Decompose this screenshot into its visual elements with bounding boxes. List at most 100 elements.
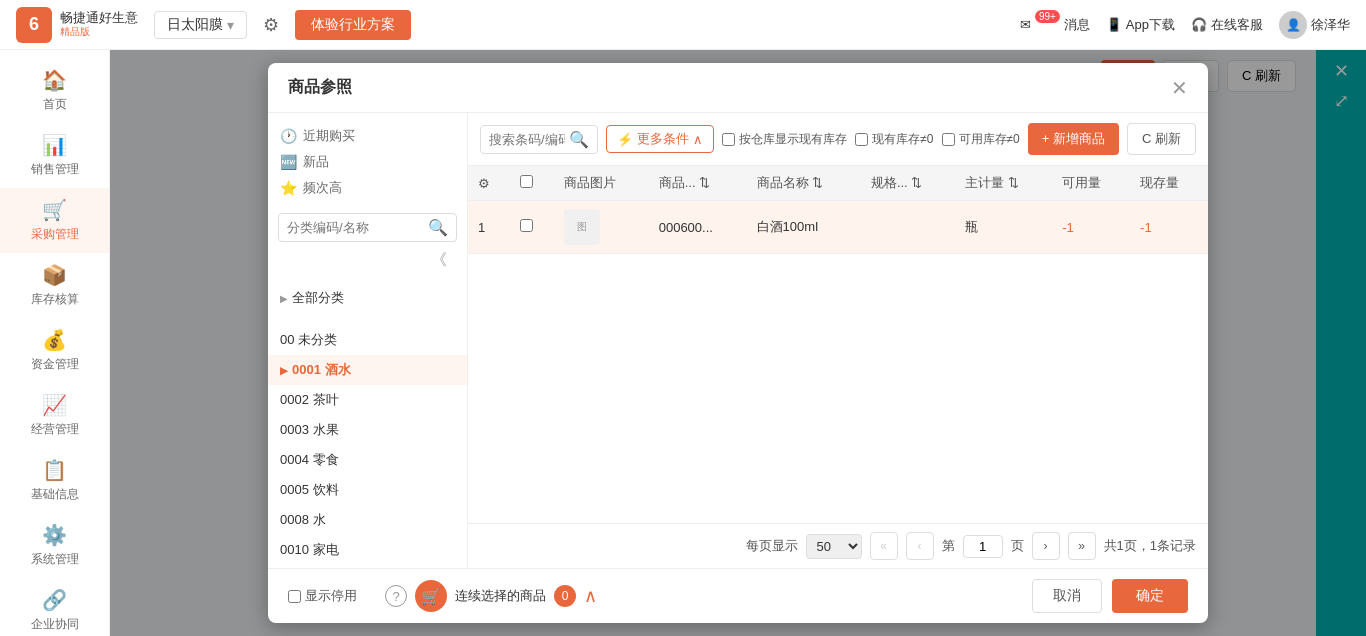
settings-icon[interactable]: ⚙ — [255, 9, 287, 41]
sidebar-label-inventory: 库存核算 — [31, 291, 79, 308]
checkbox-available[interactable]: 可用库存≠0 — [942, 131, 1020, 148]
category-search-input[interactable] — [287, 220, 424, 235]
quick-nav-recent[interactable]: 🕐 近期购买 — [268, 123, 467, 149]
store-arrow-icon: ▾ — [227, 17, 234, 33]
cat-item-1[interactable]: ▶ 0001 酒水 — [268, 355, 467, 385]
cat-item-5[interactable]: 0005 饮料 — [268, 475, 467, 505]
filter-arrow-icon: ∧ — [693, 132, 703, 147]
logo-text: 畅捷通好生意 — [60, 10, 138, 26]
sidebar-item-finance[interactable]: 💰 资金管理 — [0, 318, 109, 383]
cat-item-7[interactable]: 0010 家电 — [268, 535, 467, 565]
quick-nav-new[interactable]: 🆕 新品 — [268, 149, 467, 175]
col-unit-label: 主计量 — [965, 175, 1004, 190]
col-spec[interactable]: 规格... ⇅ — [861, 166, 955, 201]
first-page-button[interactable]: « — [870, 532, 898, 560]
col-unit[interactable]: 主计量 ⇅ — [955, 166, 1052, 201]
checkbox-warehouse[interactable]: 按仓库显示现有库存 — [722, 131, 847, 148]
avatar: 👤 — [1279, 11, 1307, 39]
checkbox-stock[interactable]: 现有库存≠0 — [855, 131, 933, 148]
col-checkbox — [510, 166, 554, 201]
sales-icon: 📊 — [42, 133, 67, 157]
next-page-button[interactable]: › — [1032, 532, 1060, 560]
sidebar-item-basic[interactable]: 📋 基础信息 — [0, 448, 109, 513]
home-icon: 🏠 — [42, 68, 67, 92]
online-service-label: 在线客服 — [1211, 16, 1263, 34]
continuous-label: 连续选择的商品 — [455, 587, 546, 605]
app-download-label: App下载 — [1126, 16, 1175, 34]
show-disabled-label[interactable]: 显示停用 — [288, 587, 357, 605]
filter-button[interactable]: ⚡ 更多条件 ∧ — [606, 125, 714, 153]
sidebar-item-business[interactable]: 📈 经营管理 — [0, 383, 109, 448]
cat-item-0[interactable]: 00 未分类 — [268, 325, 467, 355]
left-sidebar: 🏠 首页 📊 销售管理 🛒 采购管理 📦 库存核算 💰 资金管理 📈 经营管理 … — [0, 50, 110, 636]
table-row[interactable]: 1 图 000600... 白酒100ml 瓶 — [468, 201, 1208, 254]
cart-icon: 🛒 — [415, 580, 447, 612]
purchase-icon: 🛒 — [42, 198, 67, 222]
trial-button[interactable]: 体验行业方案 — [295, 10, 411, 40]
store-selector[interactable]: 日太阳膜 ▾ — [154, 11, 247, 39]
cat-2-label: 0002 茶叶 — [280, 391, 339, 409]
product-search-bar[interactable]: 🔍 — [480, 125, 598, 154]
add-product-button[interactable]: + 新增商品 — [1028, 123, 1119, 155]
modal-body: 🕐 近期购买 🆕 新品 ⭐ 频次高 — [268, 113, 1208, 568]
filter-label: 更多条件 — [637, 130, 689, 148]
finance-icon: 💰 — [42, 328, 67, 352]
message-label: 消息 — [1064, 16, 1090, 34]
last-page-button[interactable]: » — [1068, 532, 1096, 560]
sidebar-item-inventory[interactable]: 📦 库存核算 — [0, 253, 109, 318]
message-badge: 99+ — [1035, 10, 1060, 23]
sidebar-item-purchase[interactable]: 🛒 采购管理 — [0, 188, 109, 253]
sidebar-item-home[interactable]: 🏠 首页 — [0, 58, 109, 123]
page-label: 第 — [942, 537, 955, 555]
cat-item-6[interactable]: 0008 水 — [268, 505, 467, 535]
cat-item-4[interactable]: 0004 零食 — [268, 445, 467, 475]
checkbox-available-input[interactable] — [942, 133, 955, 146]
cat-item-3[interactable]: 0003 水果 — [268, 415, 467, 445]
cat-item-2[interactable]: 0002 茶叶 — [268, 385, 467, 415]
sidebar-item-system[interactable]: ⚙️ 系统管理 — [0, 513, 109, 578]
online-service-item[interactable]: 🎧 在线客服 — [1191, 16, 1263, 34]
page-unit: 页 — [1011, 537, 1024, 555]
collapse-icon[interactable]: 《 — [431, 250, 447, 271]
col-code-label: 商品... — [659, 175, 696, 190]
recent-icon: 🕐 — [280, 128, 297, 144]
modal-close-button[interactable]: ✕ — [1171, 78, 1188, 98]
page-size-select[interactable]: 50 10 20 100 — [806, 534, 862, 559]
headset-icon: 🎧 — [1191, 17, 1207, 32]
app-download-item[interactable]: 📱 App下载 — [1106, 16, 1175, 34]
show-disabled-checkbox[interactable] — [288, 590, 301, 603]
row-checkbox[interactable] — [520, 219, 533, 232]
footer-right: 取消 确定 — [1032, 579, 1188, 613]
cat-all[interactable]: ▶ 全部分类 — [268, 283, 467, 313]
col-settings[interactable]: ⚙ — [468, 166, 510, 201]
logo-icon: 6 — [16, 7, 52, 43]
filter-icon: ⚡ — [617, 132, 633, 147]
page-input[interactable] — [963, 535, 1003, 558]
collapse-area: 《 — [268, 250, 467, 283]
messages-nav-item[interactable]: ✉ 99+ 消息 — [1020, 16, 1090, 34]
confirm-button[interactable]: 确定 — [1112, 579, 1188, 613]
cancel-button[interactable]: 取消 — [1032, 579, 1102, 613]
checkbox-warehouse-input[interactable] — [722, 133, 735, 146]
checkbox-stock-input[interactable] — [855, 133, 868, 146]
select-all-checkbox[interactable] — [520, 175, 533, 188]
sidebar-item-collab[interactable]: 🔗 企业协同 — [0, 578, 109, 636]
quick-nav-frequent[interactable]: ⭐ 频次高 — [268, 175, 467, 201]
show-disabled-text: 显示停用 — [305, 587, 357, 605]
help-icon[interactable]: ? — [385, 585, 407, 607]
new-label: 新品 — [303, 153, 329, 171]
cat-7-label: 0010 家电 — [280, 541, 339, 559]
col-code[interactable]: 商品... ⇅ — [649, 166, 747, 201]
prev-page-button[interactable]: ‹ — [906, 532, 934, 560]
sidebar-item-sales[interactable]: 📊 销售管理 — [0, 123, 109, 188]
category-search-bar[interactable]: 🔍 — [278, 213, 457, 242]
col-name[interactable]: 商品名称 ⇅ — [747, 166, 861, 201]
product-search-input[interactable] — [489, 132, 565, 147]
frequent-icon: ⭐ — [280, 180, 297, 196]
row-checkbox-cell[interactable] — [510, 201, 554, 254]
sidebar-label-home: 首页 — [43, 96, 67, 113]
fold-button[interactable]: ∧ — [584, 585, 597, 607]
modal-header: 商品参照 ✕ — [268, 63, 1208, 113]
user-avatar-area[interactable]: 👤 徐泽华 — [1279, 11, 1350, 39]
refresh-button[interactable]: C 刷新 — [1127, 123, 1196, 155]
